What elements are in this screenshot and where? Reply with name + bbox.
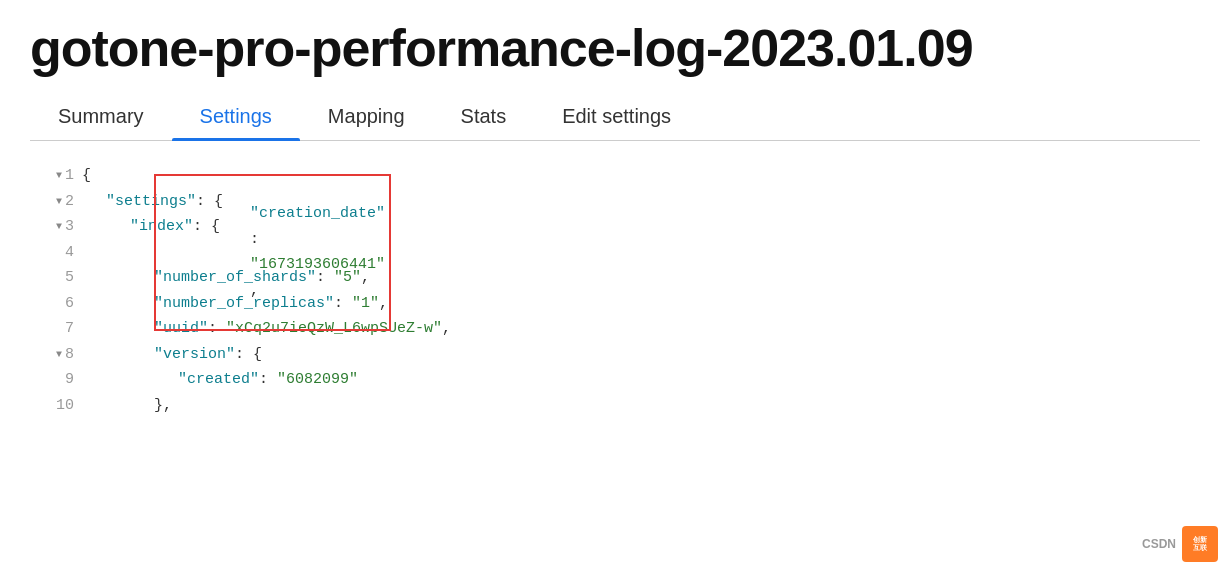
code-line-8: "version" : { [82,342,1200,368]
val-creation-date: "1673193606441" [250,256,385,273]
highlight-creation-date: "creation_date" : "1673193606441" , [154,174,391,331]
code-line-4: "creation_date" : "1673193606441" , [82,240,1200,266]
colon-4: : [250,231,268,248]
line-num-2: ▼ 2 [30,189,74,215]
tab-stats[interactable]: Stats [433,95,535,140]
line-num-4: 4 [30,240,74,266]
fold-arrow-8[interactable]: ▼ [56,346,62,363]
tab-edit-settings[interactable]: Edit settings [534,95,699,140]
line-num-5: 5 [30,265,74,291]
fold-arrow-2[interactable]: ▼ [56,193,62,210]
comma-7: , [442,316,451,342]
close-brace-10: }, [154,393,172,419]
line-num-8: ▼ 8 [30,342,74,368]
line-num-3: ▼ 3 [30,214,74,240]
brace-open: { [82,163,91,189]
key-created: "created" [178,367,259,393]
code-view: ▼ 1 ▼ 2 ▼ 3 4 5 6 [30,161,1200,418]
page-container: gotone-pro-performance-log-2023.01.09 Su… [0,0,1230,438]
key-creation-date: "creation_date" [250,205,385,222]
watermark-csdn-text: CSDN [1142,537,1176,551]
tab-summary[interactable]: Summary [30,95,172,140]
colon-8: : { [235,342,262,368]
page-title: gotone-pro-performance-log-2023.01.09 [30,20,1200,77]
tabs-bar: Summary Settings Mapping Stats Edit sett… [30,95,1200,141]
code-line-9: "created" : "6082099" [82,367,1200,393]
line-num-7: 7 [30,316,74,342]
line-num-9: 9 [30,367,74,393]
val-created: "6082099" [277,367,358,393]
key-version: "version" [154,342,235,368]
fold-arrow-1[interactable]: ▼ [56,167,62,184]
comma-4: , [250,282,259,299]
fold-arrow-3[interactable]: ▼ [56,218,62,235]
code-line-10: }, [82,393,1200,419]
line-num-6: 6 [30,291,74,317]
code-content: { "settings" : { "index" : { "creation_d… [82,161,1200,418]
watermark: CSDN 创新互联 [1142,526,1218,562]
watermark-logo: 创新互联 [1182,526,1218,562]
line-numbers: ▼ 1 ▼ 2 ▼ 3 4 5 6 [30,161,82,418]
line-num-10: 10 [30,393,74,419]
colon-9: : [259,367,277,393]
line-num-1: ▼ 1 [30,163,74,189]
tab-mapping[interactable]: Mapping [300,95,433,140]
tab-settings[interactable]: Settings [172,95,300,140]
